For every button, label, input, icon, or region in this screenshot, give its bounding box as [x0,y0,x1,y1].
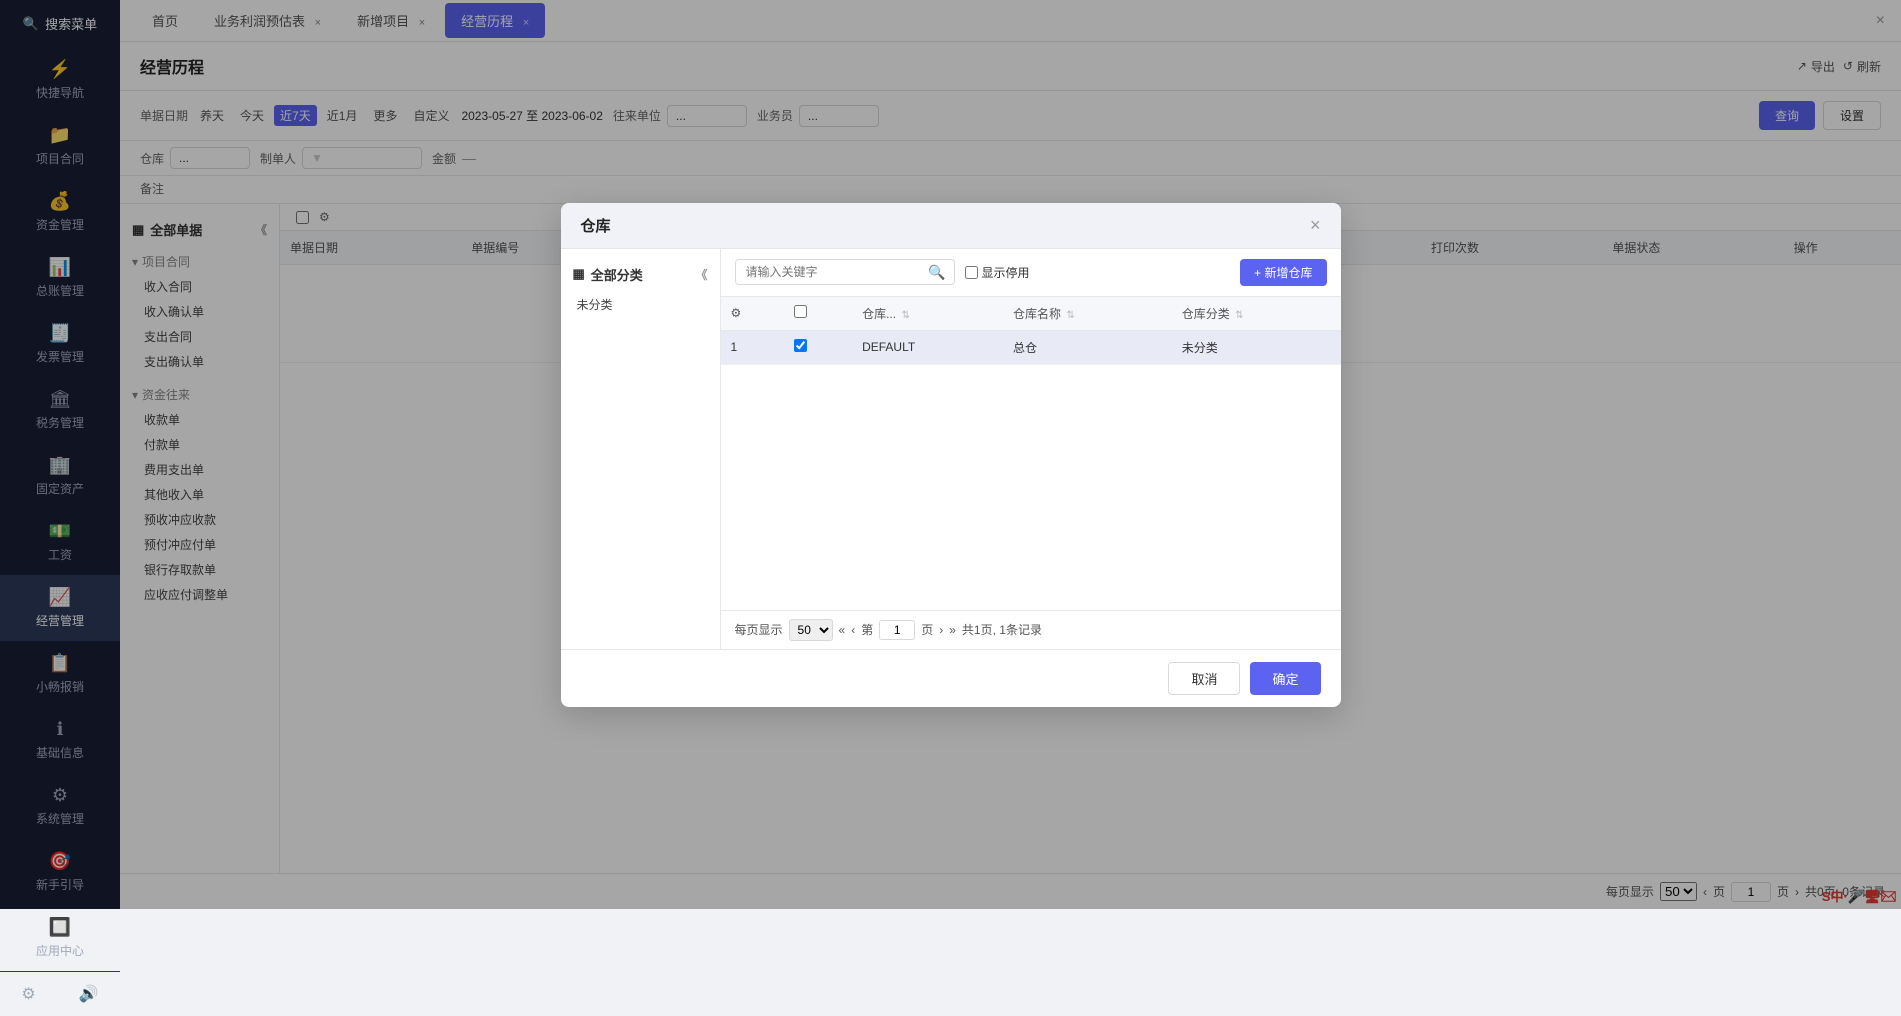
row-num: 1 [721,330,784,364]
modal-search: 🔍 [735,259,955,285]
col-gear: ⚙ [721,297,784,331]
modal-body: ▦ 全部分类 《 未分类 🔍 显示停用 [561,249,1341,649]
modal-per-page-select[interactable]: 50 [789,619,833,641]
show-disabled-label[interactable]: 显示停用 [965,264,1030,281]
modal-toolbar: 🔍 显示停用 + 新增仓库 [721,249,1341,297]
table-row[interactable]: 1 DEFAULT 总仓 未分类 [721,330,1341,364]
col-code: 仓库... ⇅ [852,297,1003,331]
modal-last-btn[interactable]: » [949,623,956,637]
modal-page-label2: 页 [921,621,933,638]
modal-search-icon[interactable]: 🔍 [920,264,953,281]
modal-page-input[interactable] [879,620,915,640]
app-icon: 🔲 [49,917,71,938]
sidebar-item-app-center[interactable]: 🔲 应用中心 [0,905,120,971]
modal-total: 共1页, 1条记录 [962,621,1042,638]
modal-content: 🔍 显示停用 + 新增仓库 ⚙ [721,249,1341,649]
cancel-button[interactable]: 取消 [1168,662,1240,695]
modal-footer-actions: 取消 确定 [561,649,1341,707]
sidebar-item-label: 应用中心 [36,942,84,959]
settings-icon[interactable]: ⚙ [21,984,35,1004]
confirm-button[interactable]: 确定 [1250,662,1320,695]
modal-sidebar: ▦ 全部分类 《 未分类 [561,249,721,649]
modal-header: 仓库 × [561,203,1341,249]
warehouse-modal: 仓库 × ▦ 全部分类 《 未分类 🔍 [561,203,1341,707]
modal-pagination: 每页显示 50 « ‹ 第 页 › » 共1页, 1条记录 [721,610,1341,649]
modal-search-input[interactable] [736,260,921,284]
gear-col-icon: ⚙ [731,306,742,320]
modal-sidebar-toggle[interactable]: 《 [695,266,707,283]
modal-prev-btn[interactable]: ‹ [851,623,855,637]
grid-icon-modal: ▦ [573,266,585,282]
show-disabled-checkbox[interactable] [965,266,978,279]
sort-icon-cat: ⇅ [1235,310,1243,321]
modal-overlay: 仓库 × ▦ 全部分类 《 未分类 🔍 [0,0,1901,909]
sound-icon[interactable]: 🔊 [79,984,99,1004]
add-warehouse-button[interactable]: + 新增仓库 [1240,259,1326,286]
modal-per-page-label: 每页显示 [735,621,783,638]
modal-first-btn[interactable]: « [839,623,846,637]
row-category: 未分类 [1172,330,1341,364]
row-code: DEFAULT [852,330,1003,364]
col-check [784,297,852,331]
modal-title: 仓库 [581,215,611,236]
sort-icon-code: ⇅ [901,310,909,321]
modal-table: ⚙ 仓库... ⇅ 仓库名称 ⇅ [721,297,1341,610]
select-all-modal[interactable] [794,305,807,318]
sidebar-bottom: ⚙ 🔊 [0,971,120,1016]
modal-next-btn[interactable]: › [939,623,943,637]
modal-sidebar-unclassified[interactable]: 未分类 [561,290,720,319]
modal-sidebar-header: ▦ 全部分类 《 [561,259,720,290]
warehouse-table: ⚙ 仓库... ⇅ 仓库名称 ⇅ [721,297,1341,365]
row-check[interactable] [784,330,852,364]
modal-close-button[interactable]: × [1310,215,1321,236]
col-category: 仓库分类 ⇅ [1172,297,1341,331]
sort-icon-name: ⇅ [1066,310,1074,321]
col-name: 仓库名称 ⇅ [1003,297,1172,331]
row-name: 总仓 [1003,330,1172,364]
modal-page-label: 第 [861,621,873,638]
